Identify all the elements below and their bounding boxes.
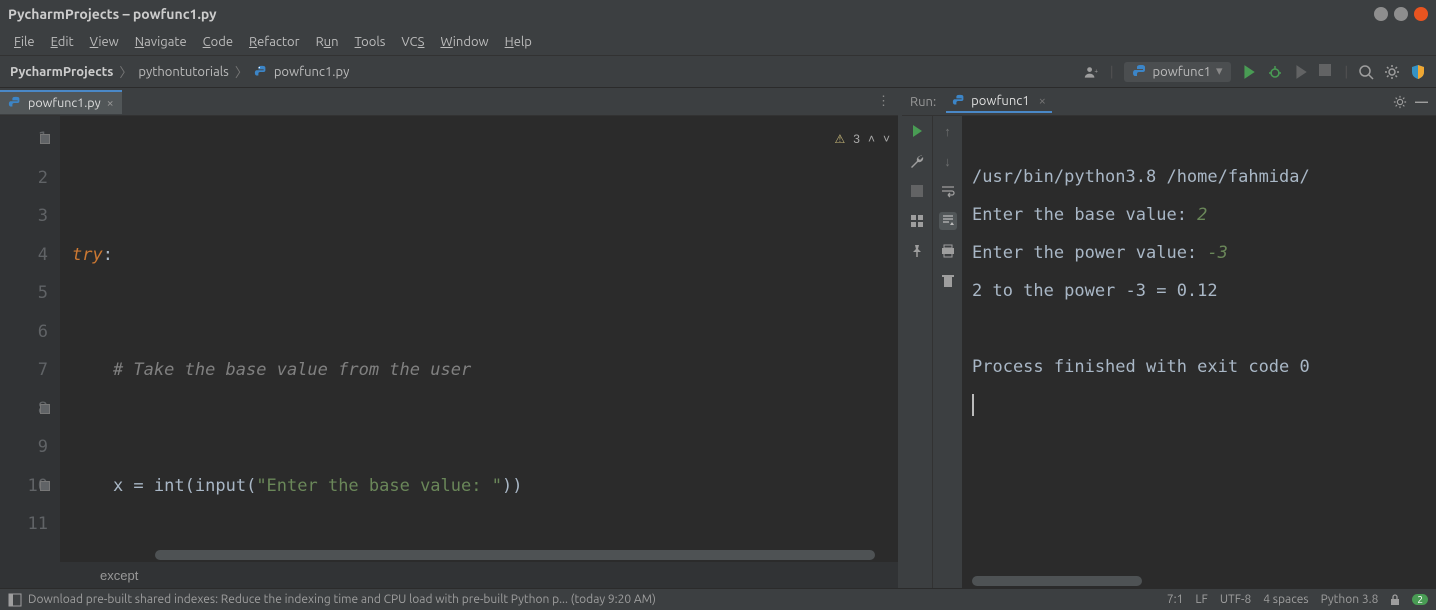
fold-marker[interactable] [40, 404, 50, 414]
chevron-down-icon[interactable]: ˅ [883, 120, 890, 159]
breadcrumb-sep: 〉 [119, 62, 132, 81]
status-message[interactable]: Download pre-built shared indexes: Reduc… [28, 593, 656, 606]
lock-icon[interactable] [1390, 594, 1400, 606]
hide-panel-icon[interactable]: — [1415, 95, 1428, 109]
breadcrumb-sep: 〉 [235, 62, 248, 81]
python-file-icon [8, 96, 22, 110]
editor-tab-label: powfunc1.py [28, 96, 101, 110]
window-titlebar: PycharmProjects – powfunc1.py [0, 0, 1436, 28]
run-panel-label: Run: [910, 95, 936, 109]
settings-icon[interactable] [1384, 64, 1400, 80]
debug-button-icon[interactable] [1267, 64, 1283, 80]
warning-count: 3 [853, 120, 860, 159]
run-tab-label: powfunc1 [971, 94, 1029, 108]
code-editor[interactable]: 1 2 3 4 5 6 7 8 9 10 11 ⚠ 3 ˄ ˅ try: [0, 116, 898, 562]
console-line: Enter the power value: [972, 243, 1207, 263]
inspection-widget[interactable]: ⚠ 3 ˄ ˅ [835, 120, 890, 159]
window-title: PycharmProjects – powfunc1.py [8, 6, 1374, 22]
gear-icon[interactable] [1393, 95, 1407, 109]
fold-marker[interactable] [40, 481, 50, 491]
menu-window[interactable]: Window [434, 33, 494, 51]
user-icon[interactable]: + [1084, 64, 1100, 80]
run-button-icon[interactable] [1241, 64, 1257, 80]
chevron-up-icon[interactable]: ˄ [868, 120, 875, 159]
close-tab-icon[interactable]: × [107, 96, 114, 110]
run-tab-powfunc1[interactable]: powfunc1 × [946, 91, 1052, 113]
notifications-badge[interactable]: 2 [1412, 594, 1428, 605]
editor-pane: powfunc1.py × ⋮ 1 2 3 4 5 6 7 8 9 10 11 [0, 88, 898, 588]
coverage-icon[interactable] [1293, 64, 1309, 80]
status-bar: Download pre-built shared indexes: Reduc… [0, 588, 1436, 610]
search-everywhere-icon[interactable] [1358, 64, 1374, 80]
console-line: 2 to the power -3 = 0.12 [972, 281, 1218, 301]
console-line: Enter the base value: [972, 205, 1197, 225]
stop-icon[interactable] [908, 182, 926, 200]
trash-icon[interactable] [939, 272, 957, 290]
editor-breadcrumb: except [0, 562, 898, 588]
status-encoding[interactable]: UTF-8 [1220, 593, 1251, 606]
menu-edit[interactable]: Edit [45, 33, 80, 51]
close-icon[interactable]: × [1039, 94, 1046, 108]
shield-icon[interactable] [1410, 64, 1426, 80]
wrench-icon[interactable] [908, 152, 926, 170]
warning-icon: ⚠ [835, 120, 846, 159]
console-cursor [972, 394, 974, 416]
python-file-icon [254, 65, 268, 79]
breadcrumb-root[interactable]: PycharmProjects [10, 65, 113, 79]
editor-tab-more-icon[interactable]: ⋮ [869, 94, 898, 109]
menu-vcs[interactable]: VCS [395, 33, 430, 51]
menu-code[interactable]: Code [197, 33, 239, 51]
editor-tabs: powfunc1.py × ⋮ [0, 88, 898, 116]
console-line: Process finished with exit code 0 [972, 357, 1310, 377]
pin-icon[interactable] [908, 242, 926, 260]
console-line: /usr/bin/python3.8 /home/fahmida/ [972, 167, 1310, 187]
tool-window-toggle-icon[interactable] [8, 593, 22, 607]
status-sdk[interactable]: Python 3.8 [1321, 593, 1379, 606]
stop-icon[interactable] [1319, 64, 1335, 80]
editor-breadcrumb-item[interactable]: except [100, 568, 138, 583]
window-maximize-button[interactable] [1394, 7, 1408, 21]
status-indent[interactable]: 4 spaces [1263, 593, 1308, 606]
breadcrumb-file[interactable]: powfunc1.py [274, 65, 350, 79]
menu-navigate[interactable]: Navigate [129, 33, 193, 51]
status-eol[interactable]: LF [1195, 593, 1207, 606]
svg-text:+: + [1094, 67, 1098, 74]
menu-refactor[interactable]: Refactor [243, 33, 306, 51]
status-position[interactable]: 7:1 [1167, 593, 1184, 606]
window-close-button[interactable] [1414, 7, 1428, 21]
menu-run[interactable]: Run [310, 33, 345, 51]
rerun-icon[interactable] [908, 122, 926, 140]
breadcrumbs: PycharmProjects 〉 pythontutorials 〉 powf… [10, 62, 1084, 81]
console-output[interactable]: /usr/bin/python3.8 /home/fahmida/ Enter … [962, 116, 1436, 588]
navigation-bar: PycharmProjects 〉 pythontutorials 〉 powf… [0, 56, 1436, 88]
gutter: 1 2 3 4 5 6 7 8 9 10 11 [0, 116, 60, 562]
menu-help[interactable]: Help [499, 33, 538, 51]
soft-wrap-icon[interactable] [939, 182, 957, 200]
run-tool-window: Run: powfunc1 × — ↑ ↓ [902, 88, 1436, 588]
menu-tools[interactable]: Tools [349, 33, 392, 51]
window-minimize-button[interactable] [1374, 7, 1388, 21]
horizontal-scrollbar[interactable] [972, 576, 1142, 586]
down-arrow-icon[interactable]: ↓ [939, 152, 957, 170]
breadcrumb-folder[interactable]: pythontutorials [138, 65, 228, 79]
horizontal-scrollbar[interactable] [155, 550, 875, 560]
run-configuration-selector[interactable]: powfunc1 ▾ [1124, 62, 1231, 82]
menu-view[interactable]: View [84, 33, 125, 51]
python-file-icon [952, 94, 966, 108]
code-area[interactable]: ⚠ 3 ˄ ˅ try: # Take the base value from … [60, 116, 898, 562]
menu-bar: File Edit View Navigate Code Refactor Ru… [0, 28, 1436, 56]
editor-tab-powfunc1[interactable]: powfunc1.py × [0, 90, 122, 114]
up-arrow-icon[interactable]: ↑ [939, 122, 957, 140]
scroll-to-end-icon[interactable] [939, 212, 957, 230]
print-icon[interactable] [939, 242, 957, 260]
menu-file[interactable]: File [8, 33, 41, 51]
fold-marker[interactable] [40, 134, 50, 144]
run-configuration-name: powfunc1 [1153, 65, 1211, 79]
layout-icon[interactable] [908, 212, 926, 230]
